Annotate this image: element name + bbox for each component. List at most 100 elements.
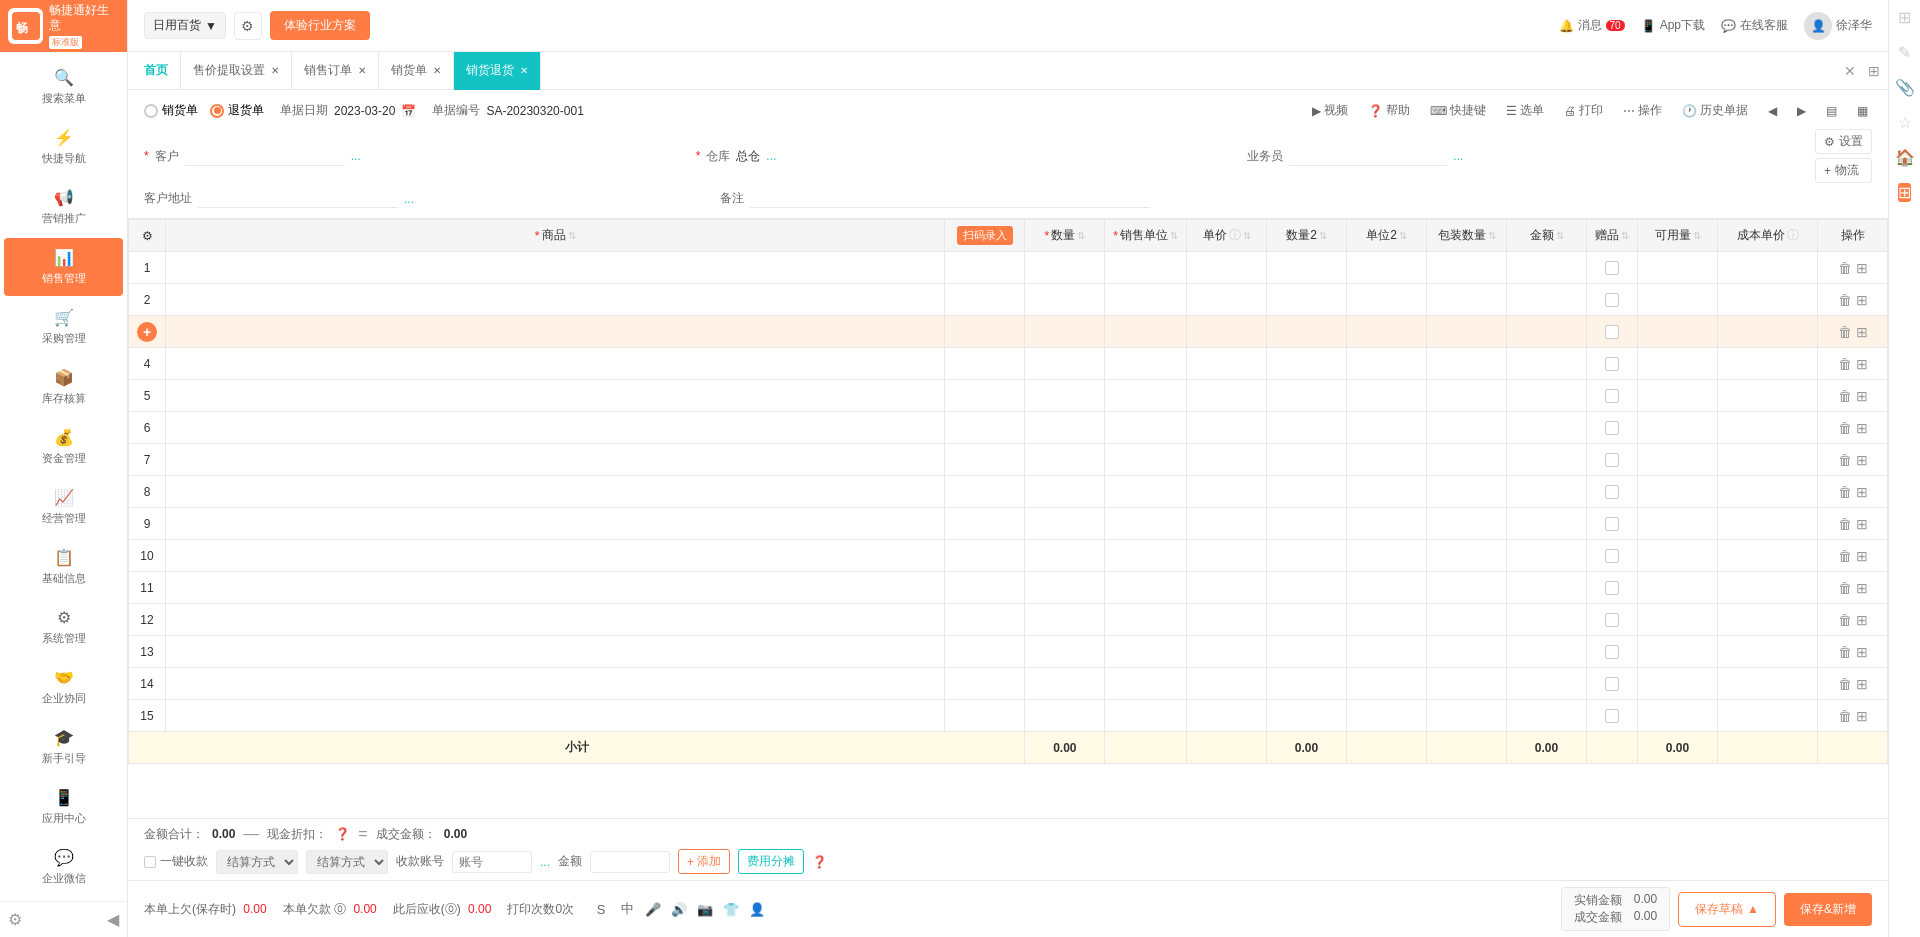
row-product-6[interactable] (166, 412, 945, 444)
calc-select[interactable]: 结算方式 (306, 850, 388, 874)
sort-product-icon[interactable]: ⇅ (568, 230, 576, 241)
delete-row-7-btn[interactable]: 🗑 (1838, 452, 1852, 468)
gift-checkbox-13[interactable] (1605, 645, 1619, 659)
copy-row-8-btn[interactable]: ⊞ (1856, 484, 1868, 500)
th-unit[interactable]: * 销售单位 ⇅ (1105, 220, 1187, 252)
sidebar-item-basic[interactable]: 📋 基础信息 (4, 538, 123, 596)
right-panel-btn-5[interactable]: 🏠 (1895, 148, 1915, 167)
copy-row-5-btn[interactable]: ⊞ (1856, 388, 1868, 404)
sidebar-item-quick[interactable]: ⚡ 快捷导航 (4, 118, 123, 176)
tab-close-return[interactable]: ✕ (520, 65, 528, 76)
remark-input[interactable] (750, 189, 1150, 208)
copy-row-14-btn[interactable]: ⊞ (1856, 676, 1868, 692)
row-product-12[interactable] (166, 604, 945, 636)
gift-checkbox-1[interactable] (1605, 261, 1619, 275)
th-qty2[interactable]: 数量2 ⇅ (1267, 220, 1347, 252)
toolbar-shortcut[interactable]: ⌨ 快捷键 (1426, 100, 1490, 121)
one-click-checkbox[interactable] (144, 856, 156, 868)
delete-row-13-btn[interactable]: 🗑 (1838, 644, 1852, 660)
sort-pack-icon[interactable]: ⇅ (1488, 230, 1496, 241)
delete-row-2-btn[interactable]: 🗑 (1838, 292, 1852, 308)
tab-more-btn[interactable]: ⊞ (1864, 61, 1884, 81)
gift-checkbox-3[interactable] (1605, 325, 1619, 339)
row-product-11[interactable] (166, 572, 945, 604)
gift-checkbox-10[interactable] (1605, 549, 1619, 563)
delete-row-14-btn[interactable]: 🗑 (1838, 676, 1852, 692)
tool-shirt-icon[interactable]: 👕 (720, 898, 742, 920)
scan-btn[interactable]: 扫码录入 (957, 226, 1013, 245)
add-row-btn[interactable]: + (137, 322, 157, 342)
right-panel-btn-6[interactable]: ⊞ (1898, 183, 1911, 202)
row-product-1[interactable] (166, 252, 945, 284)
gift-checkbox-5[interactable] (1605, 389, 1619, 403)
gift-checkbox-6[interactable] (1605, 421, 1619, 435)
th-gift[interactable]: 赠品 ⇅ (1587, 220, 1638, 252)
tool-camera-icon[interactable]: 📷 (694, 898, 716, 920)
gift-checkbox-4[interactable] (1605, 357, 1619, 371)
delete-row-15-btn[interactable]: 🗑 (1838, 708, 1852, 724)
tab-price-extract[interactable]: 售价提取设置 ✕ (181, 52, 292, 90)
discount-help-icon[interactable]: ❓ (335, 827, 350, 841)
tab-close-sales[interactable]: ✕ (433, 65, 441, 76)
copy-row-12-btn[interactable]: ⊞ (1856, 612, 1868, 628)
sort-gift-icon[interactable]: ⇅ (1621, 230, 1629, 241)
delete-row-1-btn[interactable]: 🗑 (1838, 260, 1852, 276)
set-btn[interactable]: ⚙ 设置 (1815, 129, 1872, 154)
save-draft-btn[interactable]: 保存草稿 ▲ (1678, 892, 1776, 927)
right-panel-btn-2[interactable]: ✎ (1898, 43, 1911, 62)
toolbar-prev[interactable]: ◀ (1764, 102, 1781, 120)
sidebar-item-sales[interactable]: 📊 销售管理 (4, 238, 123, 296)
delete-row-8-btn[interactable]: 🗑 (1838, 484, 1852, 500)
sort-qty-icon[interactable]: ⇅ (1077, 230, 1085, 241)
sort-available-icon[interactable]: ⇅ (1693, 230, 1701, 241)
address-input[interactable] (198, 189, 398, 208)
tab-return[interactable]: 销货退货 ✕ (454, 52, 541, 90)
address-more-btn[interactable]: ... (404, 192, 414, 206)
row-product-5[interactable] (166, 380, 945, 412)
row-product-14[interactable] (166, 668, 945, 700)
copy-row-9-btn[interactable]: ⊞ (1856, 516, 1868, 532)
sidebar-item-inventory[interactable]: 📦 库存核算 (4, 358, 123, 416)
collapse-btn[interactable]: ◀ (107, 910, 119, 929)
warehouse-more-btn[interactable]: ... (766, 149, 776, 163)
sort-unit2-icon[interactable]: ⇅ (1399, 230, 1407, 241)
tab-close-all-btn[interactable]: ✕ (1840, 61, 1860, 81)
sort-unit-icon[interactable]: ⇅ (1170, 230, 1178, 241)
logistics-btn[interactable]: + 物流 (1815, 158, 1872, 183)
row-product-3[interactable] (166, 316, 945, 348)
row-product-2[interactable] (166, 284, 945, 316)
th-available[interactable]: 可用量 ⇅ (1638, 220, 1718, 252)
delete-row-4-btn[interactable]: 🗑 (1838, 356, 1852, 372)
tab-sales[interactable]: 销货单 ✕ (379, 52, 454, 90)
calendar-icon[interactable]: 📅 (401, 104, 416, 118)
add-payment-btn[interactable]: + 添加 (678, 849, 730, 874)
copy-row-2-btn[interactable]: ⊞ (1856, 292, 1868, 308)
gift-checkbox-11[interactable] (1605, 581, 1619, 595)
staff-input[interactable] (1289, 147, 1447, 166)
radio-sales[interactable]: 销货单 (144, 102, 198, 119)
industry-select[interactable]: 日用百货 ▼ (144, 12, 226, 39)
tab-close-price[interactable]: ✕ (271, 65, 279, 76)
gift-checkbox-15[interactable] (1605, 709, 1619, 723)
th-pack-qty[interactable]: 包装数量 ⇅ (1427, 220, 1507, 252)
toolbar-view1[interactable]: ▤ (1822, 102, 1841, 120)
settings-bottom-btn[interactable]: ⚙ (8, 910, 22, 929)
toolbar-operation[interactable]: ⋯ 操作 (1619, 100, 1666, 121)
user-menu-btn[interactable]: 👤 徐泽华 (1804, 12, 1872, 40)
sidebar-item-system[interactable]: ⚙ 系统管理 (4, 598, 123, 656)
fee-split-btn[interactable]: 费用分摊 (738, 849, 804, 874)
settlement-select[interactable]: 结算方式 (216, 850, 298, 874)
experience-btn[interactable]: 体验行业方案 (270, 11, 370, 40)
delete-row-5-btn[interactable]: 🗑 (1838, 388, 1852, 404)
toolbar-help[interactable]: ❓ 帮助 (1364, 100, 1414, 121)
row-product-13[interactable] (166, 636, 945, 668)
tab-home[interactable]: 首页 (132, 52, 181, 90)
row-product-15[interactable] (166, 700, 945, 732)
col-settings-icon[interactable]: ⚙ (142, 229, 153, 243)
sidebar-item-appstore[interactable]: 📱 应用中心 (4, 778, 123, 836)
gift-checkbox-2[interactable] (1605, 293, 1619, 307)
delete-row-12-btn[interactable]: 🗑 (1838, 612, 1852, 628)
row-product-4[interactable] (166, 348, 945, 380)
sidebar-item-marketing[interactable]: 📢 营销推广 (4, 178, 123, 236)
messages-btn[interactable]: 🔔 消息 70 (1559, 17, 1625, 34)
